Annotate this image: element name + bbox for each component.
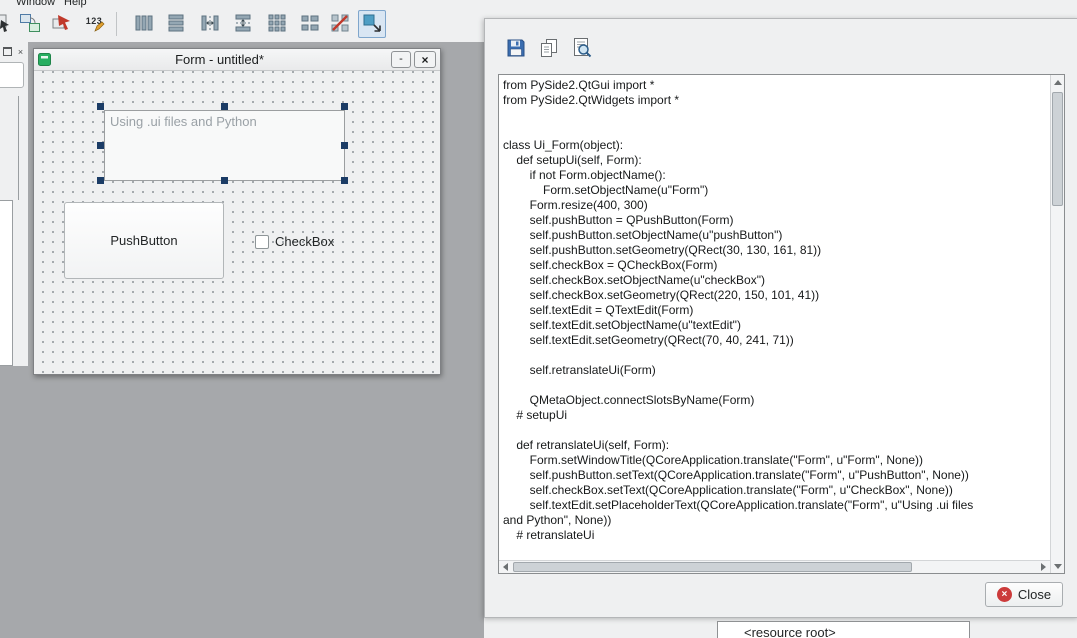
vertical-scroll-thumb[interactable]: [1052, 92, 1063, 206]
edit-signals-slots-button[interactable]: [16, 10, 44, 38]
arrow-up-icon: [1054, 80, 1062, 85]
scroll-down-button[interactable]: [1051, 559, 1064, 573]
form-titlebar[interactable]: Form - untitled* - ×: [34, 49, 440, 71]
arrow-right-icon: [1041, 563, 1046, 571]
adjust-size-button[interactable]: [358, 10, 386, 38]
pushbutton-widget[interactable]: PushButton: [64, 202, 224, 279]
dock-panel-edge: [18, 96, 19, 200]
layout-horizontal-splitter-icon: [199, 12, 221, 37]
widget-box-list[interactable]: [0, 200, 13, 366]
pencil-icon: [94, 20, 105, 35]
selection-handle[interactable]: [97, 177, 104, 184]
selection-handle[interactable]: [341, 142, 348, 149]
edit-widgets-button[interactable]: [0, 10, 16, 38]
scroll-right-button[interactable]: [1037, 561, 1050, 573]
copy-button[interactable]: [535, 35, 563, 63]
edit-buddies-icon: [51, 12, 73, 37]
checkbox-label: CheckBox: [275, 234, 334, 249]
selection-handle[interactable]: [341, 103, 348, 110]
layout-vertical-icon: [165, 12, 187, 37]
close-button[interactable]: × Close: [985, 582, 1063, 607]
dock-close-button[interactable]: ×: [15, 46, 26, 57]
layout-form-button[interactable]: [296, 10, 324, 38]
copy-icon: [538, 37, 560, 62]
designer-form-icon: [38, 53, 51, 66]
horizontal-scrollbar[interactable]: [499, 560, 1050, 573]
textedit-placeholder: Using .ui files and Python: [105, 111, 344, 132]
checkbox-widget[interactable]: CheckBox: [255, 221, 334, 262]
tab-order-button[interactable]: 123: [80, 10, 108, 38]
layout-vertical-button[interactable]: [162, 10, 190, 38]
resource-browser-panel: <resource root>: [717, 621, 970, 638]
save-button[interactable]: [502, 35, 530, 63]
dock-float-icon: [3, 47, 12, 56]
arrow-down-icon: [1054, 564, 1062, 569]
edit-signals-slots-icon: [19, 12, 41, 37]
application-window: Window Help 123: [0, 0, 1077, 638]
selection-handle[interactable]: [97, 142, 104, 149]
pushbutton-label: PushButton: [110, 233, 177, 248]
find-button[interactable]: [568, 35, 596, 63]
layout-vertical-splitter-icon: [232, 12, 254, 37]
form-window-title: Form - untitled*: [51, 52, 388, 67]
find-icon: [571, 37, 593, 62]
layout-form-icon: [299, 12, 321, 37]
form-canvas[interactable]: Using .ui files and Python PushButton Ch…: [34, 71, 440, 374]
code-text[interactable]: from PySide2.QtGui import * from PySide2…: [499, 75, 1050, 560]
dock-close-icon: ×: [18, 47, 23, 57]
menubar: Window Help: [0, 0, 1077, 8]
widget-box-dock: ×: [0, 42, 28, 366]
widget-filter-input[interactable]: [0, 62, 24, 88]
adjust-size-icon: [361, 12, 383, 37]
dock-float-button[interactable]: [2, 46, 13, 57]
arrow-left-icon: [503, 563, 508, 571]
close-button-label: Close: [1018, 587, 1051, 602]
code-preview-dialog: from PySide2.QtGui import * from PySide2…: [484, 18, 1077, 618]
form-close-button[interactable]: ×: [414, 51, 436, 68]
toolbar-separator: [116, 12, 117, 36]
form-designer-window: Form - untitled* - × Using .ui files and…: [33, 48, 441, 375]
save-icon: [505, 37, 527, 62]
code-editor[interactable]: from PySide2.QtGui import * from PySide2…: [498, 74, 1065, 574]
form-minimize-button[interactable]: -: [391, 51, 411, 68]
edit-buddies-button[interactable]: [48, 10, 76, 38]
close-icon: ×: [997, 587, 1012, 602]
selection-handle[interactable]: [221, 177, 228, 184]
main-toolbar: 123: [0, 8, 484, 42]
resource-root-item[interactable]: <resource root>: [744, 625, 836, 638]
menu-item-help[interactable]: Help: [64, 0, 87, 8]
selection-handle[interactable]: [221, 103, 228, 110]
checkbox-indicator: [255, 235, 269, 249]
selection-handle[interactable]: [341, 177, 348, 184]
layout-horizontal-splitter-button[interactable]: [196, 10, 224, 38]
layout-horizontal-button[interactable]: [130, 10, 158, 38]
layout-grid-button[interactable]: [263, 10, 291, 38]
layout-horizontal-icon: [133, 12, 155, 37]
scroll-left-button[interactable]: [499, 561, 512, 573]
layout-vertical-splitter-button[interactable]: [229, 10, 257, 38]
break-layout-button[interactable]: [326, 10, 354, 38]
edit-widgets-icon: [0, 12, 13, 37]
scroll-up-button[interactable]: [1051, 75, 1064, 89]
layout-grid-icon: [266, 12, 288, 37]
selection-handle[interactable]: [97, 103, 104, 110]
textedit-widget[interactable]: Using .ui files and Python: [104, 110, 345, 181]
menu-item-window[interactable]: Window: [16, 0, 55, 8]
vertical-scrollbar[interactable]: [1050, 75, 1064, 573]
horizontal-scroll-thumb[interactable]: [513, 562, 912, 572]
break-layout-icon: [329, 12, 351, 37]
